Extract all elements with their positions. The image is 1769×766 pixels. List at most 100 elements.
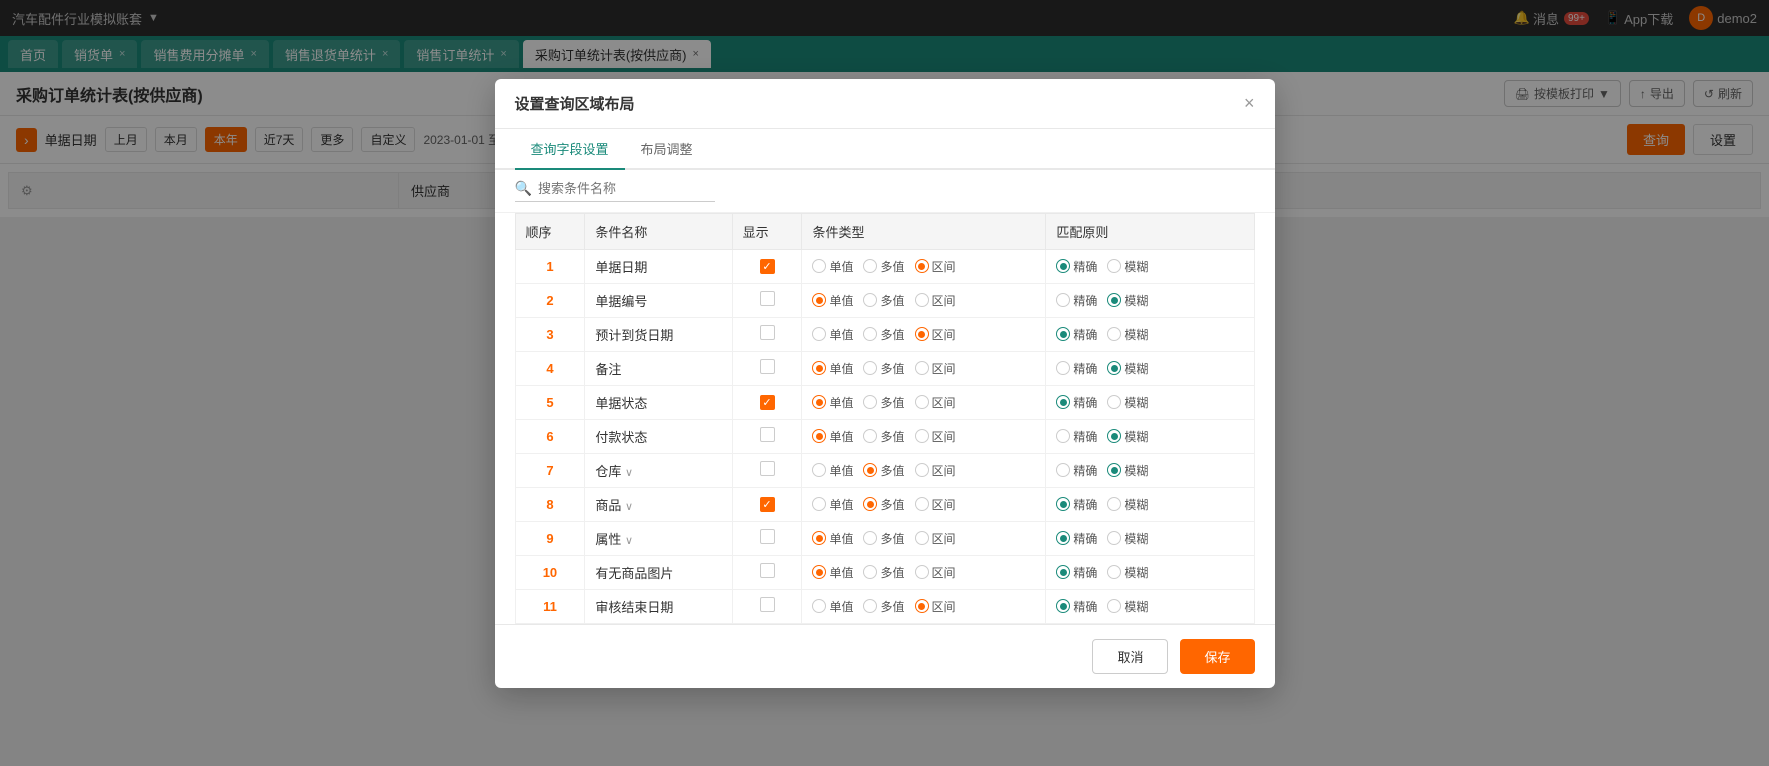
type-radio-单值[interactable]: 单值 (812, 530, 853, 547)
cancel-button[interactable]: 取消 (1092, 639, 1168, 674)
type-radio-单值[interactable]: 单值 (812, 428, 853, 445)
match-radio-精确[interactable]: 精确 (1056, 258, 1097, 275)
row-match: 精确模糊 (1046, 283, 1254, 317)
save-button[interactable]: 保存 (1180, 639, 1254, 674)
display-checkbox[interactable] (760, 325, 775, 340)
table-row: 6付款状态单值多值区间精确模糊 (515, 419, 1254, 453)
display-checkbox[interactable] (760, 497, 775, 512)
type-radio-多值[interactable]: 多值 (863, 496, 904, 513)
match-radio-模糊[interactable]: 模糊 (1107, 530, 1148, 547)
radio-label: 模糊 (1124, 394, 1148, 411)
match-radio-模糊[interactable]: 模糊 (1107, 326, 1148, 343)
match-radio-精确[interactable]: 精确 (1056, 326, 1097, 343)
settings-modal: 设置查询区域布局 × 查询字段设置 布局调整 🔍 顺序 条件名称 显示 (495, 79, 1275, 688)
radio-dot (863, 259, 877, 273)
row-order: 8 (515, 487, 585, 521)
display-checkbox[interactable] (760, 395, 775, 410)
type-radio-区间[interactable]: 区间 (915, 428, 956, 445)
type-radio-单值[interactable]: 单值 (812, 292, 853, 309)
radio-dot (1056, 293, 1070, 307)
display-checkbox[interactable] (760, 359, 775, 374)
match-radio-模糊[interactable]: 模糊 (1107, 496, 1148, 513)
radio-dot (1056, 395, 1070, 409)
display-checkbox[interactable] (760, 461, 775, 476)
type-radio-单值[interactable]: 单值 (812, 564, 853, 581)
type-radio-多值[interactable]: 多值 (863, 428, 904, 445)
radio-dot (812, 429, 826, 443)
modal-tabs: 查询字段设置 布局调整 (495, 129, 1275, 170)
tab-query-fields[interactable]: 查询字段设置 (515, 129, 625, 170)
match-radio-精确[interactable]: 精确 (1056, 428, 1097, 445)
type-radio-区间[interactable]: 区间 (915, 394, 956, 411)
type-radio-多值[interactable]: 多值 (863, 462, 904, 479)
display-checkbox[interactable] (760, 427, 775, 442)
radio-label: 多值 (880, 598, 904, 615)
type-radio-区间[interactable]: 区间 (915, 258, 956, 275)
row-type: 单值多值区间 (802, 419, 1046, 453)
type-radio-多值[interactable]: 多值 (863, 394, 904, 411)
type-radio-多值[interactable]: 多值 (863, 530, 904, 547)
match-radio-模糊[interactable]: 模糊 (1107, 428, 1148, 445)
col-display: 显示 (732, 213, 802, 249)
radio-dot (915, 361, 929, 375)
type-radio-多值[interactable]: 多值 (863, 564, 904, 581)
search-input[interactable] (538, 181, 715, 196)
type-radio-多值[interactable]: 多值 (863, 360, 904, 377)
radio-label: 多值 (880, 292, 904, 309)
radio-dot (915, 599, 929, 613)
type-radio-区间[interactable]: 区间 (915, 530, 956, 547)
type-radio-区间[interactable]: 区间 (915, 496, 956, 513)
tab-layout-adjust[interactable]: 布局调整 (625, 129, 709, 170)
type-radio-区间[interactable]: 区间 (915, 564, 956, 581)
row-name: 单据编号 (585, 283, 732, 317)
type-radio-区间[interactable]: 区间 (915, 292, 956, 309)
match-radio-精确[interactable]: 精确 (1056, 394, 1097, 411)
type-radio-单值[interactable]: 单值 (812, 462, 853, 479)
type-radio-区间[interactable]: 区间 (915, 598, 956, 615)
type-radio-区间[interactable]: 区间 (915, 326, 956, 343)
type-radio-多值[interactable]: 多值 (863, 292, 904, 309)
type-radio-多值[interactable]: 多值 (863, 326, 904, 343)
radio-label: 精确 (1073, 360, 1097, 377)
match-radio-精确[interactable]: 精确 (1056, 360, 1097, 377)
radio-label: 区间 (932, 292, 956, 309)
match-radio-精确[interactable]: 精确 (1056, 530, 1097, 547)
radio-dot (915, 531, 929, 545)
modal-close-button[interactable]: × (1244, 94, 1255, 112)
row-name: 预计到货日期 (585, 317, 732, 351)
match-radio-模糊[interactable]: 模糊 (1107, 598, 1148, 615)
type-radio-区间[interactable]: 区间 (915, 462, 956, 479)
display-checkbox[interactable] (760, 259, 775, 274)
radio-label: 多值 (880, 530, 904, 547)
match-radio-模糊[interactable]: 模糊 (1107, 360, 1148, 377)
col-order: 顺序 (515, 213, 585, 249)
display-checkbox[interactable] (760, 597, 775, 612)
type-radio-区间[interactable]: 区间 (915, 360, 956, 377)
radio-dot (1107, 395, 1121, 409)
radio-label: 区间 (932, 394, 956, 411)
radio-label: 单值 (829, 292, 853, 309)
type-radio-单值[interactable]: 单值 (812, 360, 853, 377)
type-radio-单值[interactable]: 单值 (812, 326, 853, 343)
type-radio-单值[interactable]: 单值 (812, 258, 853, 275)
match-radio-精确[interactable]: 精确 (1056, 564, 1097, 581)
type-radio-单值[interactable]: 单值 (812, 496, 853, 513)
match-radio-模糊[interactable]: 模糊 (1107, 462, 1148, 479)
match-radio-模糊[interactable]: 模糊 (1107, 394, 1148, 411)
type-radio-多值[interactable]: 多值 (863, 598, 904, 615)
display-checkbox[interactable] (760, 291, 775, 306)
match-radio-模糊[interactable]: 模糊 (1107, 564, 1148, 581)
row-type: 单值多值区间 (802, 249, 1046, 283)
match-radio-精确[interactable]: 精确 (1056, 598, 1097, 615)
match-radio-模糊[interactable]: 模糊 (1107, 258, 1148, 275)
type-radio-单值[interactable]: 单值 (812, 394, 853, 411)
match-radio-精确[interactable]: 精确 (1056, 496, 1097, 513)
match-radio-精确[interactable]: 精确 (1056, 292, 1097, 309)
match-radio-精确[interactable]: 精确 (1056, 462, 1097, 479)
display-checkbox[interactable] (760, 529, 775, 544)
display-checkbox[interactable] (760, 563, 775, 578)
type-radio-多值[interactable]: 多值 (863, 258, 904, 275)
radio-dot (1056, 599, 1070, 613)
match-radio-模糊[interactable]: 模糊 (1107, 292, 1148, 309)
type-radio-单值[interactable]: 单值 (812, 598, 853, 615)
